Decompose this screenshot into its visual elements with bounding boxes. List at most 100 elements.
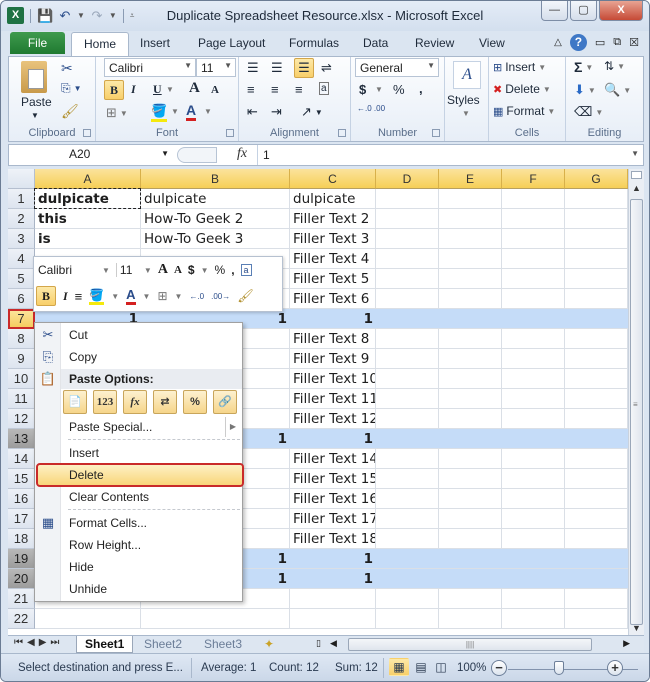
column-header-a[interactable]: A	[35, 169, 141, 189]
cell-g11[interactable]	[565, 389, 628, 409]
cell-c17[interactable]: Filler Text 17	[290, 509, 376, 529]
menu-item-cut[interactable]: Cut	[61, 325, 242, 345]
paste-option-formulas[interactable]: fx	[123, 390, 147, 414]
cell-d1[interactable]	[376, 189, 439, 209]
scroll-split-handle[interactable]: ▯	[316, 638, 321, 649]
cell-d6[interactable]	[376, 289, 439, 309]
select-all-button[interactable]	[8, 169, 35, 189]
cell-e5[interactable]	[439, 269, 502, 289]
mini-font-name[interactable]: Calibri	[38, 263, 96, 277]
mini-fill-color-icon[interactable]: 🪣	[89, 288, 105, 305]
cell-d7[interactable]	[376, 309, 439, 329]
cell-g1[interactable]	[565, 189, 628, 209]
row-header-4[interactable]: 4	[8, 249, 35, 269]
percent-button[interactable]: %	[393, 82, 405, 97]
cell-f9[interactable]	[502, 349, 565, 369]
row-header-9[interactable]: 9	[8, 349, 35, 369]
horizontal-scroll-thumb[interactable]: ||||	[348, 638, 592, 651]
cell-d4[interactable]	[376, 249, 439, 269]
fill-icon[interactable]: ⬇ ▼	[574, 82, 596, 98]
increase-decimal-button[interactable]: ←.0 .00	[357, 104, 385, 113]
cell-g20[interactable]	[565, 569, 628, 589]
cell-f5[interactable]	[502, 269, 565, 289]
mini-borders-icon[interactable]: ⊞	[157, 289, 167, 303]
cell-f6[interactable]	[502, 289, 565, 309]
cell-f11[interactable]	[502, 389, 565, 409]
cell-c4[interactable]: Filler Text 4	[290, 249, 376, 269]
copy-icon[interactable]: ⎘ ▼	[61, 81, 82, 96]
cell-e20[interactable]	[439, 569, 502, 589]
cell-c19[interactable]: 1	[290, 549, 376, 569]
cell-g19[interactable]	[565, 549, 628, 569]
cell-f21[interactable]	[502, 589, 565, 609]
help-icon[interactable]: ?	[569, 34, 587, 51]
cell-g10[interactable]	[565, 369, 628, 389]
fill-color-icon[interactable]: 🪣	[151, 103, 168, 122]
cell-d18[interactable]	[376, 529, 439, 549]
mini-increase-decimal-icon[interactable]: ←.0	[189, 292, 204, 301]
cell-f14[interactable]	[502, 449, 565, 469]
chevron-down-icon[interactable]: ▼	[201, 266, 209, 275]
cell-g22[interactable]	[565, 609, 628, 629]
tab-view[interactable]: View	[479, 36, 505, 50]
vertical-scroll-thumb[interactable]: ≡	[630, 199, 643, 625]
scroll-up-icon[interactable]: ▲	[632, 183, 641, 193]
cell-d2[interactable]	[376, 209, 439, 229]
row-header-15[interactable]: 15	[8, 469, 35, 489]
cell-d22[interactable]	[376, 609, 439, 629]
chevron-down-icon[interactable]: ▼	[111, 292, 119, 301]
align-right-icon[interactable]: ≡	[295, 82, 303, 97]
font-color-icon[interactable]: A	[186, 102, 197, 121]
cell-c20[interactable]: 1	[290, 569, 376, 589]
menu-item-delete[interactable]: Delete	[36, 463, 244, 487]
cell-g7[interactable]	[565, 309, 628, 329]
paste-option-transpose[interactable]: ⇄	[153, 390, 177, 414]
autosum-button[interactable]: Σ ▼	[574, 59, 593, 75]
column-header-d[interactable]: D	[376, 169, 439, 189]
column-header-c[interactable]: C	[290, 169, 376, 189]
formula-input[interactable]: 1	[263, 148, 270, 162]
mini-shrink-font-button[interactable]: A	[174, 264, 182, 276]
cell-b1[interactable]: dulpicate	[141, 189, 290, 209]
cell-c3[interactable]: Filler Text 3	[290, 229, 376, 249]
cell-e15[interactable]	[439, 469, 502, 489]
cell-a3[interactable]: is	[35, 229, 141, 249]
column-header-e[interactable]: E	[439, 169, 502, 189]
cell-d14[interactable]	[376, 449, 439, 469]
alignment-launcher-icon[interactable]	[338, 129, 346, 137]
menu-item-insert[interactable]: Insert	[61, 443, 242, 463]
row-header-3[interactable]: 3	[8, 229, 35, 249]
currency-dropdown-icon[interactable]: ▼	[375, 85, 383, 94]
tab-review[interactable]: Review	[415, 36, 454, 50]
paste-option-paste[interactable]: 📄	[63, 390, 87, 414]
cell-g6[interactable]	[565, 289, 628, 309]
zoom-out-button[interactable]: −	[491, 660, 507, 676]
mini-center-icon[interactable]: ≡	[75, 289, 83, 304]
cell-d5[interactable]	[376, 269, 439, 289]
mini-bold-button[interactable]: B	[36, 286, 56, 306]
cell-e18[interactable]	[439, 529, 502, 549]
scroll-right-icon[interactable]: ▶	[623, 638, 630, 649]
cell-g8[interactable]	[565, 329, 628, 349]
mini-grow-font-button[interactable]: A	[158, 262, 168, 278]
cell-e13[interactable]	[439, 429, 502, 449]
row-header-18[interactable]: 18	[8, 529, 35, 549]
cell-c16[interactable]: Filler Text 16	[290, 489, 376, 509]
find-select-icon[interactable]: 🔍 ▼	[604, 82, 631, 98]
zoom-in-button[interactable]: +	[607, 660, 623, 676]
cell-e22[interactable]	[439, 609, 502, 629]
wrap-text-icon[interactable]: ⇌	[321, 60, 332, 76]
mini-font-color-icon[interactable]: A	[126, 287, 136, 305]
cell-e4[interactable]	[439, 249, 502, 269]
menu-item-row-height[interactable]: Row Height...	[61, 535, 242, 555]
cell-g5[interactable]	[565, 269, 628, 289]
bold-button[interactable]: B	[104, 80, 124, 100]
minimize-ribbon-icon[interactable]: △	[554, 37, 562, 48]
cell-g12[interactable]	[565, 409, 628, 429]
menu-item-unhide[interactable]: Unhide	[61, 579, 242, 599]
cell-e2[interactable]	[439, 209, 502, 229]
column-header-g[interactable]: G	[565, 169, 628, 189]
paste-dropdown-icon[interactable]: ▼	[31, 111, 39, 120]
paste-option-values[interactable]: 123	[93, 390, 117, 414]
cell-b22[interactable]	[141, 609, 290, 629]
